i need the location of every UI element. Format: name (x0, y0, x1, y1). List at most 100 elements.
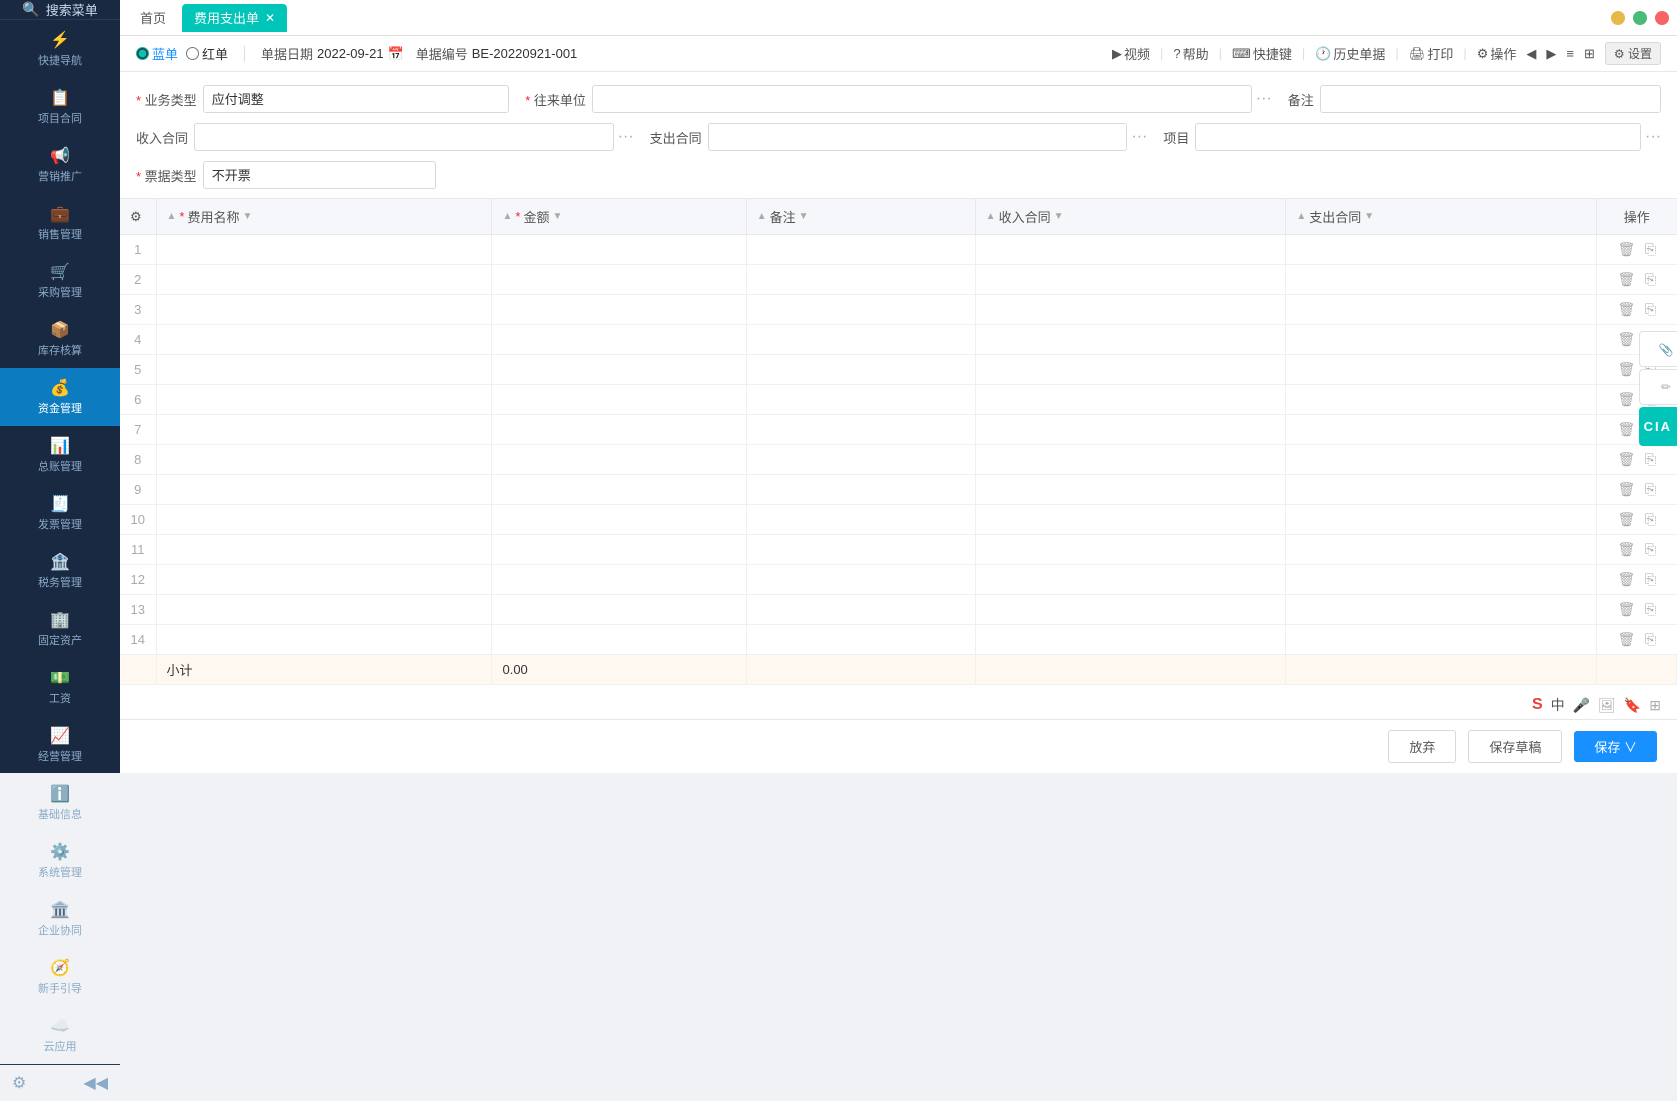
expense-name-cell[interactable] (156, 595, 492, 625)
expense-contract-cell[interactable] (1286, 295, 1597, 325)
delete-icon[interactable]: 🗑 (1617, 571, 1635, 587)
delete-icon[interactable]: 🗑 (1617, 361, 1635, 377)
sort-up-icon[interactable]: ▲ (986, 211, 996, 222)
sidebar-header[interactable]: 🔍 搜索菜单 (0, 0, 120, 20)
expense-name-cell[interactable] (156, 325, 492, 355)
red-radio-input[interactable] (186, 47, 199, 60)
remark-cell[interactable] (746, 505, 975, 535)
copy-icon[interactable]: ⎘ (1645, 481, 1656, 497)
income-contract-cell[interactable] (975, 325, 1286, 355)
expense-name-cell[interactable] (156, 415, 492, 445)
expense-contract-cell[interactable] (1286, 385, 1597, 415)
red-bill-radio[interactable]: 红单 (186, 44, 228, 63)
delete-icon[interactable]: 🗑 (1617, 541, 1635, 557)
copy-icon[interactable]: ⎘ (1645, 601, 1656, 617)
save-draft-button[interactable]: 保存草稿 (1468, 730, 1562, 763)
expense-name-cell[interactable] (156, 625, 492, 655)
income-contract-cell[interactable] (975, 445, 1286, 475)
amount-cell[interactable] (492, 235, 746, 265)
income-contract-cell[interactable] (975, 415, 1286, 445)
view-list-btn[interactable]: ≡ (1566, 46, 1574, 61)
income-contract-cell[interactable] (975, 295, 1286, 325)
blue-bill-radio[interactable]: 蓝单 (136, 44, 178, 63)
expense-contract-cell[interactable] (1286, 535, 1597, 565)
sidebar-item-system[interactable]: ⚙️ 系统管理 (0, 832, 120, 890)
income-contract-cell[interactable] (975, 505, 1286, 535)
amount-cell[interactable] (492, 385, 746, 415)
expense-name-cell[interactable] (156, 355, 492, 385)
sidebar-item-guide[interactable]: 🧭 新手引导 (0, 948, 120, 1006)
sort-down-icon[interactable]: ▼ (1054, 211, 1064, 222)
nav-next-btn[interactable]: ▶ (1546, 46, 1556, 62)
save-button[interactable]: 保存 ∨ (1574, 731, 1657, 762)
sort-down-icon[interactable]: ▼ (799, 211, 809, 222)
expense-name-cell[interactable] (156, 265, 492, 295)
calendar-icon[interactable]: 📅 (388, 46, 404, 62)
income-contract-cell[interactable] (975, 595, 1286, 625)
th-gear[interactable]: ⚙ (120, 199, 156, 235)
help-btn[interactable]: ? 帮助 (1173, 44, 1208, 63)
print-btn[interactable]: 🖨 打印 (1409, 44, 1454, 63)
amount-cell[interactable] (492, 505, 746, 535)
remark-cell[interactable] (746, 565, 975, 595)
remark-cell[interactable] (746, 445, 975, 475)
amount-cell[interactable] (492, 535, 746, 565)
sidebar-item-sales[interactable]: 💼 销售管理 (0, 194, 120, 252)
remark-cell[interactable] (746, 325, 975, 355)
shortcut-btn[interactable]: ⌨ 快捷键 (1232, 44, 1292, 63)
audio-icon[interactable]: ◀◀ (83, 1073, 108, 1093)
sidebar-item-invoice[interactable]: 🧾 发票管理 (0, 484, 120, 542)
delete-icon[interactable]: 🗑 (1617, 331, 1635, 347)
income-contract-cell[interactable] (975, 535, 1286, 565)
tab-expense[interactable]: 费用支出单 ✕ (182, 4, 287, 32)
delete-icon[interactable]: 🗑 (1617, 511, 1635, 527)
sort-up-icon[interactable]: ▲ (757, 211, 767, 222)
sidebar-item-enterprise[interactable]: 🏛️ 企业协同 (0, 890, 120, 948)
nav-prev-btn[interactable]: ◀ (1526, 46, 1536, 62)
income-contract-cell[interactable] (975, 385, 1286, 415)
close-button[interactable] (1655, 11, 1669, 25)
tag-icon[interactable]: 🔖 (1624, 697, 1641, 714)
remark-cell[interactable] (746, 295, 975, 325)
income-contract-input[interactable] (194, 123, 614, 151)
expense-contract-cell[interactable] (1286, 565, 1597, 595)
sidebar-item-cloud-apps[interactable]: ☁️ 云应用 (0, 1006, 120, 1064)
expense-contract-cell[interactable] (1286, 595, 1597, 625)
expense-contract-cell[interactable] (1286, 235, 1597, 265)
expense-contract-cell[interactable] (1286, 265, 1597, 295)
amount-cell[interactable] (492, 565, 746, 595)
expense-contract-cell[interactable] (1286, 355, 1597, 385)
project-more-icon[interactable]: ··· (1645, 128, 1661, 146)
sidebar-item-purchase[interactable]: 🛒 采购管理 (0, 252, 120, 310)
remark-cell[interactable] (746, 235, 975, 265)
tab-close-button[interactable]: ✕ (265, 11, 275, 25)
sidebar-item-fixed-assets[interactable]: 🏢 固定资产 (0, 600, 120, 658)
sidebar-item-accounting[interactable]: 📊 总账管理 (0, 426, 120, 484)
expense-name-cell[interactable] (156, 505, 492, 535)
expand-button[interactable] (1633, 11, 1647, 25)
remark-cell[interactable] (746, 355, 975, 385)
expense-contract-more-icon[interactable]: ··· (1131, 128, 1147, 146)
remark-cell[interactable] (746, 535, 975, 565)
sort-down-icon[interactable]: ▼ (552, 211, 562, 222)
tab-home[interactable]: 首页 (128, 4, 178, 32)
expense-contract-cell[interactable] (1286, 415, 1597, 445)
remark-cell[interactable] (746, 625, 975, 655)
remark-cell[interactable] (746, 415, 975, 445)
remark-cell[interactable] (746, 595, 975, 625)
discard-button[interactable]: 放弃 (1388, 730, 1456, 763)
cia-badge[interactable]: CIA (1639, 407, 1677, 446)
delete-icon[interactable]: 🗑 (1617, 481, 1635, 497)
income-contract-cell[interactable] (975, 235, 1286, 265)
expense-name-cell[interactable] (156, 445, 492, 475)
sort-up-icon[interactable]: ▲ (502, 211, 512, 222)
edit-icon[interactable]: ✏ (1639, 369, 1677, 405)
counterpart-input[interactable] (592, 85, 1252, 113)
amount-cell[interactable] (492, 325, 746, 355)
expense-name-cell[interactable] (156, 475, 492, 505)
expense-contract-cell[interactable] (1286, 625, 1597, 655)
income-contract-cell[interactable] (975, 565, 1286, 595)
business-type-select[interactable]: 应付调整 (203, 85, 510, 113)
expense-name-cell[interactable] (156, 295, 492, 325)
counterpart-more-icon[interactable]: ··· (1256, 90, 1272, 108)
